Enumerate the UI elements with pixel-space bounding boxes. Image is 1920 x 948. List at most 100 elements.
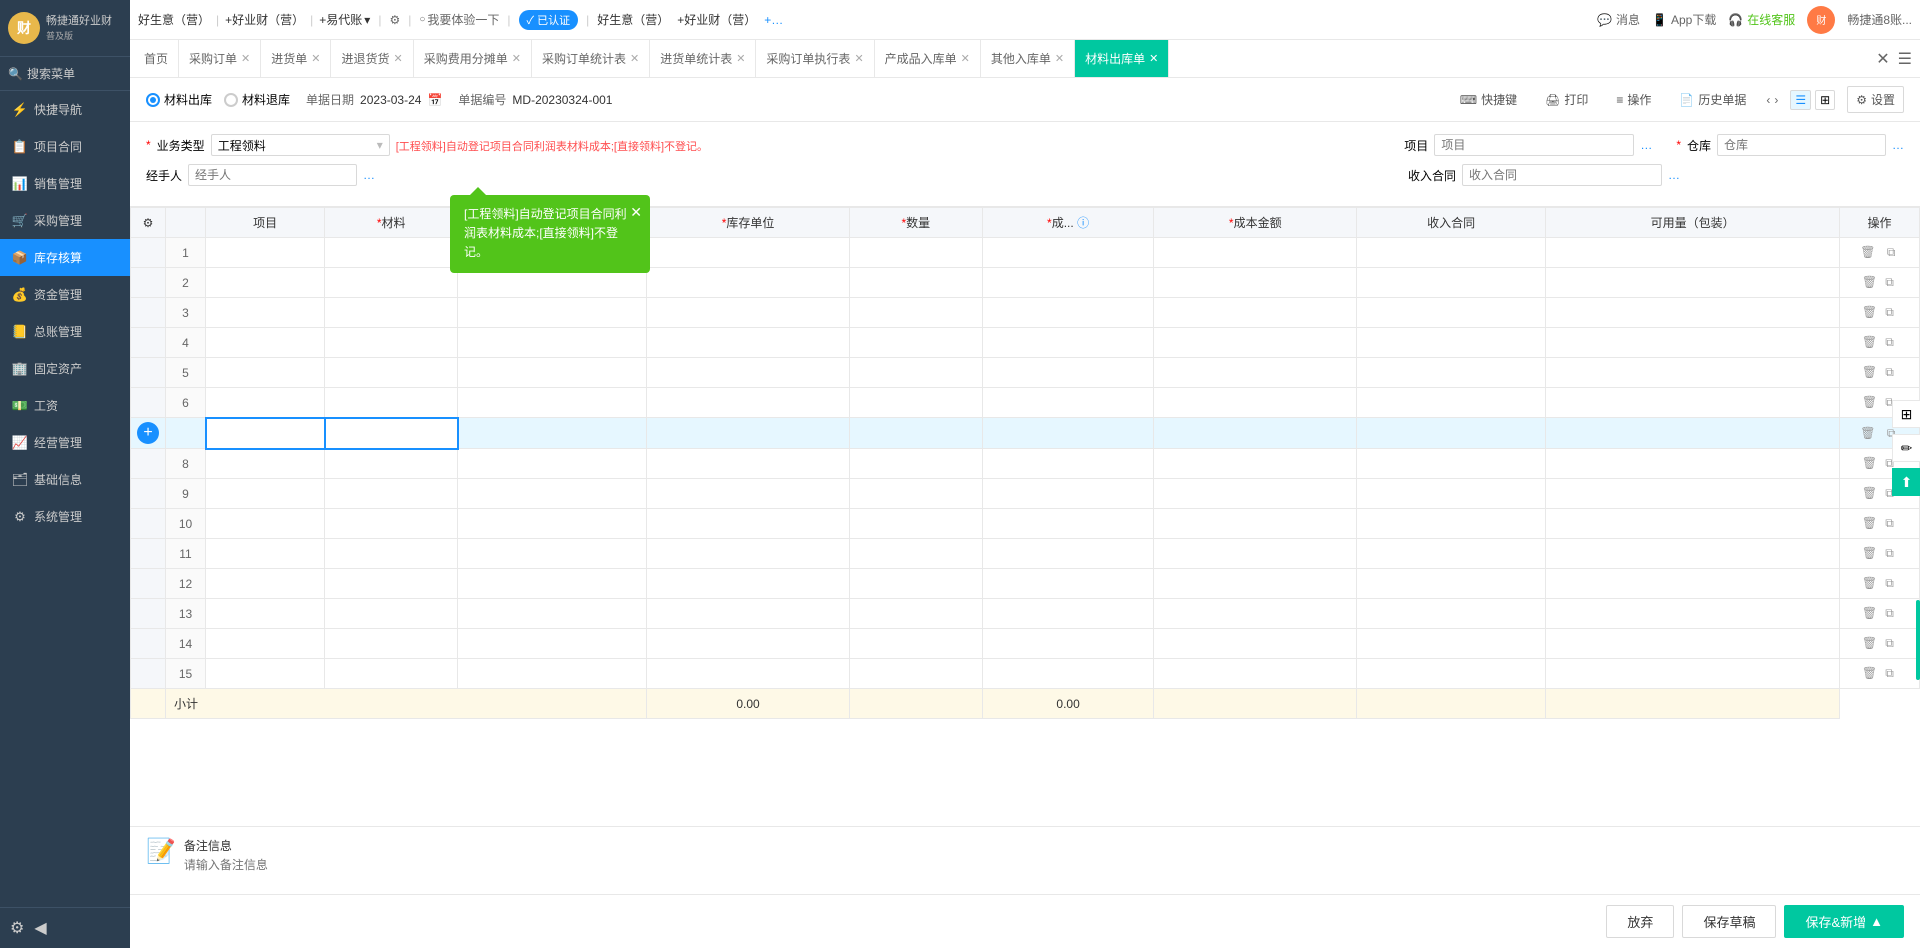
settings-footer-btn[interactable]: ⚙ xyxy=(10,918,24,938)
tab-close-icon[interactable]: ✕ xyxy=(854,52,863,65)
cell-quantity[interactable] xyxy=(849,238,982,268)
cell-material[interactable] xyxy=(325,509,458,539)
tooltip-close-btn[interactable]: ✕ xyxy=(630,201,642,223)
cell-available[interactable] xyxy=(1546,539,1840,569)
cell-spec[interactable] xyxy=(458,539,647,569)
cell-spec[interactable] xyxy=(458,388,647,418)
col-quantity-header[interactable]: *数量 xyxy=(849,208,982,238)
cell-available[interactable] xyxy=(1546,479,1840,509)
cell-material[interactable] xyxy=(325,238,458,268)
warehouse-input[interactable] xyxy=(1717,134,1886,156)
save-draft-btn[interactable]: 保存草稿 xyxy=(1682,905,1776,938)
tab-close-icon[interactable]: ✕ xyxy=(512,52,521,65)
add-row-btn[interactable]: + xyxy=(137,422,159,444)
tab-inbound[interactable]: 进货单 ✕ xyxy=(261,40,331,78)
cell-unit[interactable] xyxy=(647,358,850,388)
cell-cost-amount[interactable] xyxy=(1154,569,1357,599)
cell-cost-amount[interactable] xyxy=(1154,268,1357,298)
cell-material[interactable] xyxy=(325,659,458,689)
cell-cost-amount[interactable] xyxy=(1154,449,1357,479)
radio-material-outbound[interactable]: 材料出库 xyxy=(146,91,212,108)
cell-cost-amount[interactable] xyxy=(1154,629,1357,659)
delete-row-btn[interactable]: 🗑 xyxy=(1858,423,1878,443)
cell-cost-amount[interactable] xyxy=(1154,328,1357,358)
tab-purchase-stats[interactable]: 采购订单统计表 ✕ xyxy=(532,40,650,78)
cell-quantity[interactable] xyxy=(849,599,982,629)
collapse-btn[interactable]: ◀ xyxy=(34,918,46,938)
tab-close-all-btn[interactable]: ✕ xyxy=(1876,49,1889,69)
cell-unit[interactable] xyxy=(647,599,850,629)
cell-cost[interactable] xyxy=(982,659,1154,689)
cell-cost-active[interactable] xyxy=(982,418,1154,449)
cell-project[interactable] xyxy=(206,388,325,418)
cell-income-contract[interactable] xyxy=(1357,509,1546,539)
tab-purchase-expense[interactable]: 采购费用分摊单 ✕ xyxy=(414,40,532,78)
delete-row-btn[interactable]: 🗑 xyxy=(1860,663,1880,683)
message-btn[interactable]: 💬 消息 xyxy=(1597,11,1640,28)
info-icon[interactable]: ⓘ xyxy=(1077,216,1089,230)
cell-available[interactable] xyxy=(1546,298,1840,328)
cell-cost-amount[interactable] xyxy=(1154,659,1357,689)
cell-cost-amount[interactable] xyxy=(1154,358,1357,388)
income-contract-input[interactable] xyxy=(1462,164,1662,186)
tab-purchase-exec[interactable]: 采购订单执行表 ✕ xyxy=(756,40,874,78)
cell-cost[interactable] xyxy=(982,238,1154,268)
cell-available[interactable] xyxy=(1546,328,1840,358)
cell-material[interactable] xyxy=(325,328,458,358)
cell-unit[interactable] xyxy=(647,479,850,509)
copy-row-btn[interactable]: ⧉ xyxy=(1880,363,1900,383)
top-nav-agent[interactable]: +易代账 ▾ xyxy=(319,11,370,28)
cell-income-contract[interactable] xyxy=(1357,479,1546,509)
cell-quantity[interactable] xyxy=(849,569,982,599)
cell-cost[interactable] xyxy=(982,449,1154,479)
cell-income-contract[interactable] xyxy=(1357,449,1546,479)
sidebar-item-sales[interactable]: 📊 销售管理 xyxy=(0,165,130,202)
cell-cost-amount[interactable] xyxy=(1154,509,1357,539)
cell-project[interactable] xyxy=(206,479,325,509)
sidebar-item-base[interactable]: 🗂 基础信息 xyxy=(0,461,130,498)
project-text[interactable] xyxy=(1441,138,1627,152)
sidebar-item-assets[interactable]: 🏢 固定资产 xyxy=(0,350,130,387)
cell-quantity[interactable] xyxy=(849,509,982,539)
cell-material[interactable] xyxy=(325,599,458,629)
cell-cost[interactable] xyxy=(982,599,1154,629)
history-btn[interactable]: 📄 历史单据 xyxy=(1671,87,1754,112)
sidebar-item-salary[interactable]: 💵 工资 xyxy=(0,387,130,424)
right-tool-3[interactable]: ⬆ xyxy=(1892,468,1920,496)
top-nav-good-fin2[interactable]: +好业财（营） xyxy=(677,11,756,28)
tab-close-icon[interactable]: ✕ xyxy=(961,52,970,65)
delete-row-btn[interactable]: 🗑 xyxy=(1860,573,1880,593)
cell-cost-amount[interactable] xyxy=(1154,539,1357,569)
search-menu[interactable]: 🔍 搜索菜单 xyxy=(0,57,130,91)
sidebar-item-finance[interactable]: 💰 资金管理 xyxy=(0,276,130,313)
save-new-btn[interactable]: 保存&新增 ▲ xyxy=(1784,905,1904,938)
sidebar-item-ledger[interactable]: 📒 总账管理 xyxy=(0,313,130,350)
delete-row-btn[interactable]: 🗑 xyxy=(1860,633,1880,653)
cell-spec[interactable] xyxy=(458,569,647,599)
copy-row-btn[interactable]: ⧉ xyxy=(1880,604,1900,624)
delete-row-btn[interactable]: 🗑 xyxy=(1860,272,1880,292)
cell-quantity[interactable] xyxy=(849,328,982,358)
cell-cost[interactable] xyxy=(982,479,1154,509)
delete-row-btn[interactable]: 🗑 xyxy=(1860,513,1880,533)
cell-available[interactable] xyxy=(1546,509,1840,539)
print-btn[interactable]: 🖨 打印 xyxy=(1537,87,1596,112)
cell-quantity[interactable] xyxy=(849,659,982,689)
cell-income-contract[interactable] xyxy=(1357,238,1546,268)
sidebar-item-project[interactable]: 📋 项目合同 xyxy=(0,128,130,165)
copy-row-btn[interactable]: ⧉ xyxy=(1880,574,1900,594)
copy-row-btn[interactable]: ⧉ xyxy=(1880,634,1900,654)
cell-cost-amount[interactable] xyxy=(1154,388,1357,418)
cell-unit[interactable] xyxy=(647,388,850,418)
cell-cost-amount[interactable] xyxy=(1154,298,1357,328)
cell-spec[interactable] xyxy=(458,479,647,509)
cell-cost[interactable] xyxy=(982,629,1154,659)
cell-cost[interactable] xyxy=(982,539,1154,569)
copy-row-btn[interactable]: ⧉ xyxy=(1880,664,1900,684)
cell-spec[interactable] xyxy=(458,358,647,388)
cell-quantity[interactable] xyxy=(849,358,982,388)
delete-row-btn[interactable]: 🗑 xyxy=(1860,453,1880,473)
top-nav-good-biz[interactable]: 好生意（营） xyxy=(138,11,210,28)
cell-material[interactable] xyxy=(325,388,458,418)
copy-row-btn[interactable]: ⧉ xyxy=(1880,273,1900,293)
